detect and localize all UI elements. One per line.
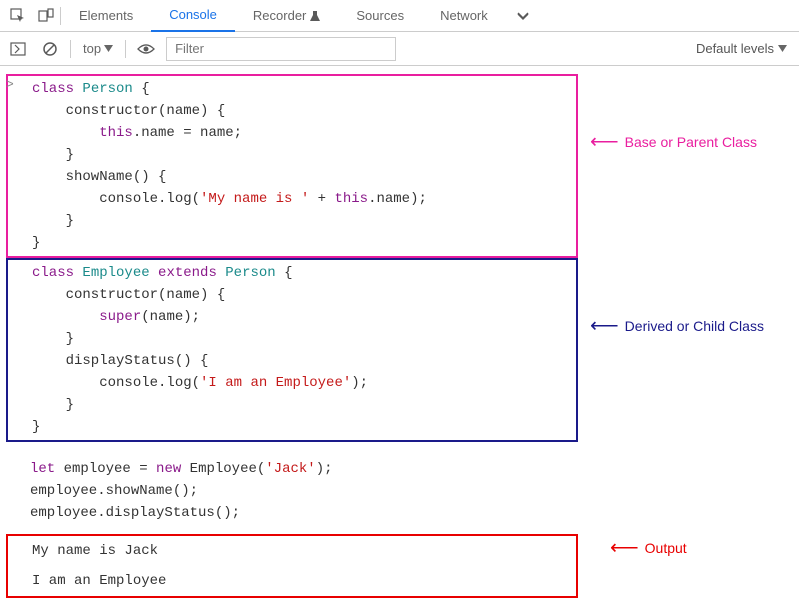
sidebar-toggle-icon[interactable] <box>6 37 30 61</box>
flask-icon <box>310 10 320 22</box>
inspect-icon[interactable] <box>4 2 32 30</box>
tab-network[interactable]: Network <box>422 0 506 32</box>
devtools-tab-bar: Elements Console Recorder Sources Networ… <box>0 0 799 32</box>
log-levels-selector[interactable]: Default levels <box>690 39 793 58</box>
eye-icon[interactable] <box>134 37 158 61</box>
divider <box>70 40 71 58</box>
tab-recorder[interactable]: Recorder <box>235 0 338 32</box>
filter-input[interactable] <box>166 37 396 61</box>
code-person: class Person { constructor(name) { this.… <box>8 76 576 256</box>
input-marker: > <box>6 77 14 92</box>
parent-class-box: class Person { constructor(name) { this.… <box>6 74 578 258</box>
child-class-box: class Employee extends Person { construc… <box>6 258 578 442</box>
tab-elements[interactable]: Elements <box>61 0 151 32</box>
code-usage: let employee = new Employee('Jack'); emp… <box>6 456 799 526</box>
tab-recorder-label: Recorder <box>253 0 306 32</box>
arrow-left-icon: ⟵ <box>610 538 639 558</box>
console-toolbar: top Default levels <box>0 32 799 66</box>
output-line-2: I am an Employee <box>8 566 576 596</box>
tab-console[interactable]: Console <box>151 0 235 32</box>
clear-console-icon[interactable] <box>38 37 62 61</box>
chevron-down-icon <box>104 45 113 52</box>
arrow-left-icon: ⟵ <box>590 316 619 336</box>
annotation-output: ⟵ Output <box>610 538 687 558</box>
code-employee: class Employee extends Person { construc… <box>8 260 576 440</box>
device-toolbar-icon[interactable] <box>32 2 60 30</box>
levels-label: Default levels <box>696 41 774 56</box>
context-selector[interactable]: top <box>79 39 117 58</box>
output-line-1: My name is Jack <box>8 536 576 566</box>
chevron-down-icon <box>778 45 787 52</box>
context-label: top <box>83 41 101 56</box>
tab-sources[interactable]: Sources <box>338 0 422 32</box>
annotation-parent: ⟵ Base or Parent Class <box>590 132 757 152</box>
divider <box>125 40 126 58</box>
output-box: My name is Jack I am an Employee <box>6 534 578 598</box>
arrow-left-icon: ⟵ <box>590 132 619 152</box>
annotation-child: ⟵ Derived or Child Class <box>590 316 764 336</box>
console-area: > class Person { constructor(name) { thi… <box>0 66 799 608</box>
more-tabs-icon[interactable] <box>506 0 540 32</box>
